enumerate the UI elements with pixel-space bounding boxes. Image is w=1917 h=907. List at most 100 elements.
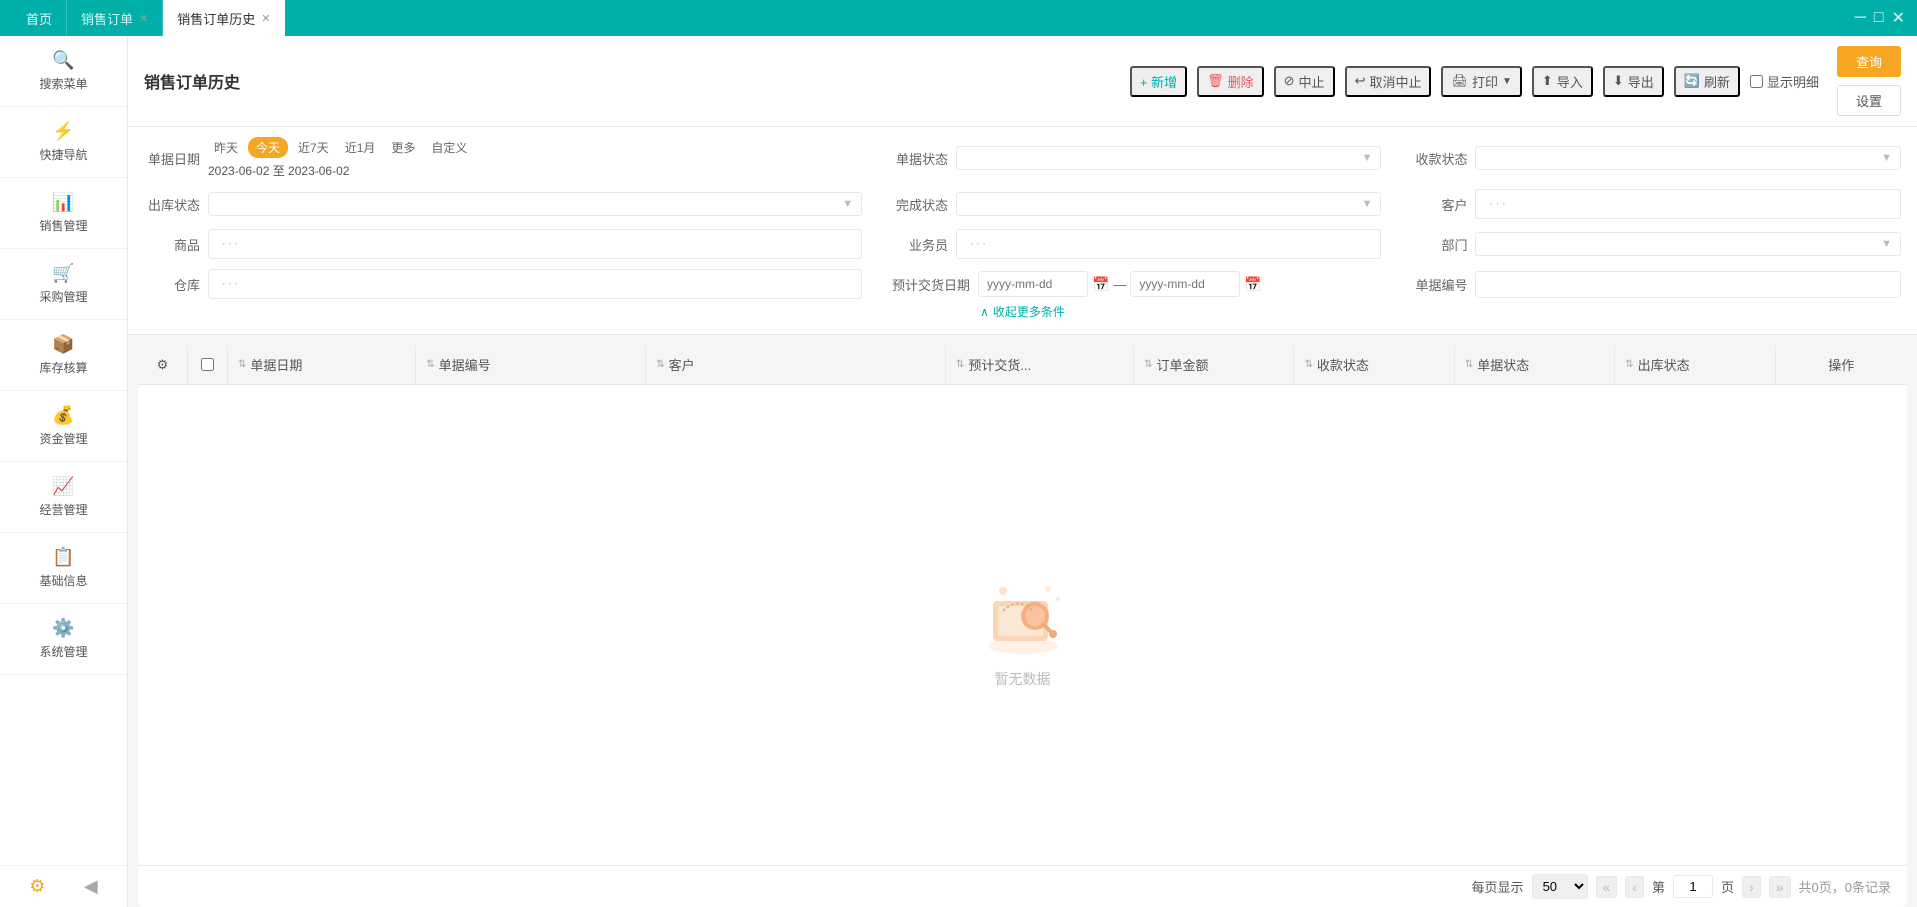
display-detail-checkbox[interactable]: 显示明细 <box>1750 72 1819 91</box>
table-body: 暂无数据 <box>138 385 1907 865</box>
sidebar-item-search-label: 搜索菜单 <box>39 75 87 92</box>
top-bar: 首页 销售订单 ✕ 销售订单历史 ✕ ─ □ ✕ <box>0 0 1917 36</box>
dept-arrow: ▼ <box>1881 238 1892 250</box>
tab-home[interactable]: 首页 <box>12 0 67 36</box>
goods-dots[interactable]: ··· <box>221 235 240 253</box>
sidebar-item-search-menu[interactable]: 🔍 搜索菜单 <box>0 36 127 107</box>
window-close-icon[interactable]: ✕ <box>1892 8 1905 28</box>
order-status-arrow: ▼ <box>1362 152 1373 164</box>
th-no-sort-icon[interactable]: ⇅ <box>426 359 434 370</box>
th-delivery: ⇅ 预计交货... <box>946 345 1134 384</box>
delete-button[interactable]: 🗑 删除 <box>1197 66 1264 97</box>
shortcut-1month[interactable]: 近1月 <box>339 137 382 158</box>
th-checkbox[interactable] <box>188 345 228 384</box>
complete-status-arrow: ▼ <box>1362 198 1373 210</box>
shortcut-yesterday[interactable]: 昨天 <box>208 137 244 158</box>
shortcut-7days[interactable]: 近7天 <box>292 137 335 158</box>
sidebar-item-purchase-label: 采购管理 <box>39 288 87 305</box>
sidebar-item-purchase[interactable]: 🛒 采购管理 <box>0 249 127 320</box>
settings-button[interactable]: 设置 <box>1837 85 1901 116</box>
page-size-select[interactable]: 50 10 20 100 <box>1532 874 1588 899</box>
th-settings[interactable]: ⚙ <box>138 345 188 384</box>
date-label: 单据日期 <box>144 149 200 168</box>
warehouse-select[interactable]: ··· <box>208 269 862 299</box>
inventory-icon: 📦 <box>52 334 74 355</box>
print-button[interactable]: 🖨 打印 ▼ <box>1441 66 1521 97</box>
tab-sales-order-close[interactable]: ✕ <box>139 12 148 25</box>
last-page-button[interactable]: » <box>1769 876 1791 898</box>
query-button[interactable]: 查询 <box>1837 46 1901 77</box>
page-size-label: 每页显示 <box>1472 877 1524 896</box>
export-button[interactable]: ⬇ 导出 <box>1603 66 1664 97</box>
filter-expected-delivery: 预计交货日期 📅 — 📅 <box>892 271 1382 297</box>
display-detail-input[interactable] <box>1750 75 1763 88</box>
stop-button[interactable]: ⊘ 中止 <box>1274 66 1335 97</box>
sidebar-item-inventory[interactable]: 📦 库存核算 <box>0 320 127 391</box>
th-out-status-sort-icon[interactable]: ⇅ <box>1625 359 1633 370</box>
customer-select[interactable]: ··· <box>1475 189 1901 219</box>
page-title: 销售订单历史 <box>144 69 240 93</box>
sidebar-item-operations[interactable]: 📈 经营管理 <box>0 462 127 533</box>
sidebar-settings-icon[interactable]: ⚙ <box>29 876 45 897</box>
sidebar-item-sales[interactable]: 📊 销售管理 <box>0 178 127 249</box>
customer-dots[interactable]: ··· <box>1488 195 1507 213</box>
sidebar-item-finance[interactable]: 💰 资金管理 <box>0 391 127 462</box>
th-pay-status-label: 收款状态 <box>1317 355 1369 374</box>
th-pay-status-sort-icon[interactable]: ⇅ <box>1304 359 1312 370</box>
print-dropdown-icon: ▼ <box>1502 76 1512 87</box>
th-customer-label: 客户 <box>669 355 695 374</box>
first-page-button[interactable]: « <box>1596 876 1618 898</box>
delivery-date-to-calendar-icon[interactable]: 📅 <box>1244 276 1261 293</box>
shortcut-today[interactable]: 今天 <box>248 137 288 158</box>
delete-icon: 🗑 <box>1207 73 1224 89</box>
settings-gear-icon[interactable]: ⚙ <box>157 357 169 373</box>
tab-sales-order-history-label: 销售订单历史 <box>177 9 255 28</box>
shortcut-more[interactable]: 更多 <box>385 137 421 158</box>
next-page-button[interactable]: › <box>1742 876 1761 898</box>
th-amount-sort-icon[interactable]: ⇅ <box>1144 359 1152 370</box>
filter-warehouse: 仓库 ··· <box>144 269 862 299</box>
salesperson-dots[interactable]: ··· <box>969 235 988 253</box>
th-customer-sort-icon[interactable]: ⇅ <box>656 359 664 370</box>
refresh-button[interactable]: 🔄 刷新 <box>1674 66 1740 97</box>
tab-sales-order-history-close[interactable]: ✕ <box>261 12 270 25</box>
new-button[interactable]: + 新增 <box>1130 66 1187 97</box>
out-status-label: 出库状态 <box>144 195 200 214</box>
shortcut-custom[interactable]: 自定义 <box>425 137 473 158</box>
tab-sales-order[interactable]: 销售订单 ✕ <box>67 0 163 36</box>
out-status-select[interactable]: ▼ <box>208 192 862 216</box>
select-all-checkbox[interactable] <box>201 358 214 371</box>
collapse-bar[interactable]: ∧ 收起更多条件 <box>144 299 1901 324</box>
date-range-display: 2023-06-02 至 2023-06-02 <box>208 162 862 179</box>
window-minimize-icon[interactable]: ─ <box>1855 9 1866 27</box>
sidebar-item-system[interactable]: ⚙️ 系统管理 <box>0 604 127 675</box>
page-number-input[interactable] <box>1673 875 1713 898</box>
window-maximize-icon[interactable]: □ <box>1874 9 1884 27</box>
salesperson-select[interactable]: ··· <box>956 229 1382 259</box>
order-status-select[interactable]: ▼ <box>956 146 1382 170</box>
delivery-date-from-calendar-icon[interactable]: 📅 <box>1092 276 1109 293</box>
refresh-button-label: 刷新 <box>1704 72 1730 91</box>
stop-button-label: 中止 <box>1299 72 1325 91</box>
sidebar-item-base-info[interactable]: 📋 基础信息 <box>0 533 127 604</box>
delivery-date-from[interactable] <box>978 271 1088 297</box>
warehouse-dots[interactable]: ··· <box>221 275 240 293</box>
import-button[interactable]: ⬆ 导入 <box>1532 66 1593 97</box>
delivery-date-to[interactable] <box>1130 271 1240 297</box>
sidebar-item-quick-nav[interactable]: ⚡ 快捷导航 <box>0 107 127 178</box>
dept-select[interactable]: ▼ <box>1475 232 1901 256</box>
order-no-input[interactable] <box>1475 271 1901 298</box>
print-icon: 🖨 <box>1451 73 1468 89</box>
complete-status-select[interactable]: ▼ <box>956 192 1382 216</box>
th-order-status-sort-icon[interactable]: ⇅ <box>1465 359 1473 370</box>
pay-status-select[interactable]: ▼ <box>1475 146 1901 170</box>
cancel-stop-button[interactable]: ↩ 取消中止 <box>1345 66 1432 97</box>
filter-row-4: 仓库 ··· 预计交货日期 📅 — 📅 <box>144 269 1901 299</box>
prev-page-button[interactable]: ‹ <box>1625 876 1644 898</box>
delete-button-label: 删除 <box>1228 72 1254 91</box>
goods-select[interactable]: ··· <box>208 229 862 259</box>
tab-sales-order-history[interactable]: 销售订单历史 ✕ <box>163 0 285 36</box>
th-delivery-sort-icon[interactable]: ⇅ <box>956 359 964 370</box>
th-date-sort-icon[interactable]: ⇅ <box>238 359 246 370</box>
sidebar-collapse-icon[interactable]: ◀ <box>84 876 98 897</box>
